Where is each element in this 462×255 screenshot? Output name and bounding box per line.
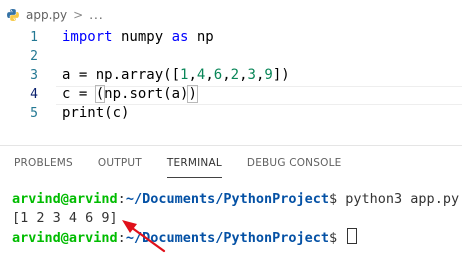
code-line[interactable]: 4 c = (np.sort(a)) — [0, 85, 462, 104]
number-token: 9 — [264, 67, 273, 83]
terminal-line-prompt: arvind@arvind:~/Documents/PythonProject$ — [12, 228, 462, 247]
breadcrumb-more[interactable]: ... — [89, 8, 103, 22]
code-token: numpy — [112, 29, 172, 45]
tab-debug-console[interactable]: DEBUG CONSOLE — [247, 150, 342, 176]
terminal-cursor — [347, 228, 358, 244]
line-number: 1 — [30, 30, 38, 45]
terminal-path-2: ~/Documents/PythonProject — [125, 230, 330, 246]
breadcrumb: app.py > ... — [6, 4, 104, 26]
code-token: c = — [62, 86, 96, 102]
code-text: a = np.array([1,4,6,2,3,9]) — [62, 66, 290, 85]
code-token: np — [188, 29, 214, 45]
bracket-match: ( — [94, 85, 106, 103]
code-line[interactable]: 2 — [0, 47, 462, 66]
code-text: c = (np.sort(a)) — [62, 85, 198, 104]
keyword-token: as — [171, 29, 189, 45]
line-number: 5 — [30, 106, 38, 121]
code-token: np.sort(a) — [104, 86, 189, 102]
terminal-output: [1 2 3 4 6 9] — [12, 210, 118, 226]
keyword-token: import — [62, 29, 113, 45]
terminal[interactable]: arvind@arvind:~/Documents/PythonProject$… — [12, 190, 462, 247]
bracket-match: ) — [187, 85, 198, 103]
code-text: import numpy as np — [62, 28, 214, 47]
python-icon — [7, 9, 19, 21]
terminal-line-command: arvind@arvind:~/Documents/PythonProject$… — [12, 190, 462, 209]
code-token: a = np.array([ — [62, 67, 181, 83]
line-number: 2 — [30, 49, 38, 64]
vscode-window: app.py > ... 1 import numpy as np 2 3 a = np… — [0, 0, 462, 255]
number-token: 3 — [247, 67, 256, 83]
tab-problems[interactable]: PROBLEMS — [14, 150, 73, 176]
code-token: , — [188, 67, 197, 83]
breadcrumb-file[interactable]: app.py — [26, 8, 67, 22]
code-token: print(c) — [62, 105, 130, 121]
number-token: 2 — [230, 67, 240, 83]
code-line[interactable]: 1 import numpy as np — [0, 28, 462, 47]
code-editor[interactable]: 1 import numpy as np 2 3 a = np.array([1,4,6… — [0, 26, 462, 126]
line-number: 3 — [30, 68, 38, 83]
terminal-prompt-symbol-2: $ — [329, 230, 338, 246]
panel-tabs: PROBLEMS OUTPUT TERMINAL DEBUG CONSOLE — [0, 150, 352, 178]
code-token: , — [205, 67, 214, 83]
code-line[interactable]: 3a = np.array([1,4,6,2,3,9]) — [0, 66, 462, 85]
code-token: , — [239, 67, 248, 83]
code-token: ]) — [272, 67, 290, 83]
panel-divider — [0, 145, 462, 146]
line-number: 4 — [30, 87, 38, 102]
terminal-path: ~/Documents/PythonProject — [125, 191, 330, 207]
terminal-prompt-symbol: $ — [329, 191, 338, 207]
code-line[interactable]: 5 print(c) — [0, 104, 462, 123]
terminal-user: arvind@arvind — [12, 191, 118, 207]
code-token: , — [222, 67, 231, 83]
breadcrumb-separator: > — [73, 8, 84, 22]
terminal-colon: : — [117, 191, 126, 207]
tab-terminal[interactable]: TERMINAL — [166, 150, 222, 178]
tab-output[interactable]: OUTPUT — [98, 150, 142, 176]
terminal-user-2: arvind@arvind — [12, 230, 118, 246]
number-token: 6 — [213, 67, 223, 83]
terminal-colon-2: : — [117, 230, 126, 246]
code-text: print(c) — [62, 104, 129, 123]
terminal-command: python3 app.py — [337, 191, 460, 207]
